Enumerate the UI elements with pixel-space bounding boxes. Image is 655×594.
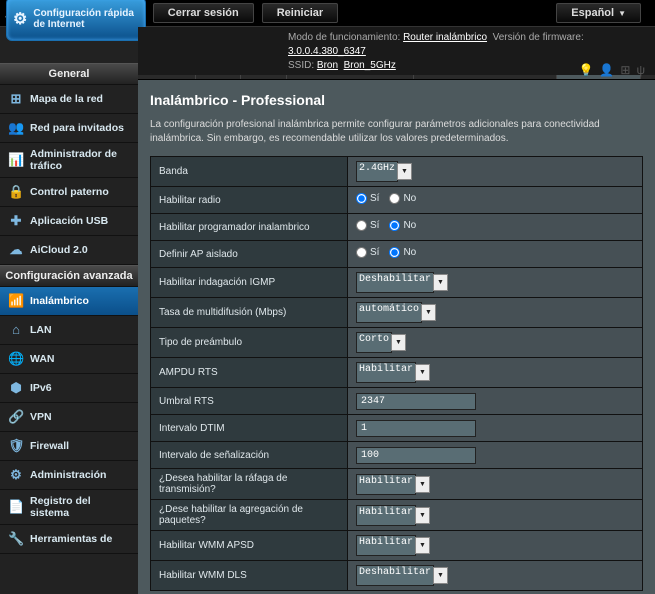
- label-scheduler: Habilitar programador inalambrico: [151, 214, 348, 241]
- label-txburst: ¿Desea habilitar la ráfaga de transmisió…: [151, 469, 348, 500]
- dropdown-arrow-icon[interactable]: ▼: [433, 567, 448, 584]
- nav-tools[interactable]: 🔧Herramientas de: [0, 525, 138, 554]
- logout-button[interactable]: Cerrar sesión: [153, 3, 254, 23]
- label-igmp: Habilitar indagación IGMP: [151, 268, 348, 298]
- page-title: Inalámbrico - Professional: [150, 92, 643, 108]
- plus-icon: ✚: [8, 215, 24, 227]
- dropdown-arrow-icon[interactable]: ▼: [421, 304, 436, 321]
- dropdown-arrow-icon[interactable]: ▼: [415, 537, 430, 554]
- nav-syslog[interactable]: 📄Registro del sistema: [0, 490, 138, 525]
- label-beacon: Intervalo de señalización: [151, 442, 348, 469]
- preamble-select[interactable]: Corto: [356, 332, 392, 353]
- apiso-yes[interactable]: [356, 247, 367, 258]
- label-ampdu: AMPDU RTS: [151, 358, 348, 388]
- cloud-icon: ☁: [8, 244, 24, 256]
- group-advanced: Configuración avanzada: [0, 265, 138, 287]
- bulb-icon[interactable]: 💡: [578, 63, 593, 77]
- usb-icon[interactable]: ψ: [636, 63, 645, 77]
- lock-icon: 🔒: [8, 186, 24, 198]
- nav-traffic-manager[interactable]: 📊Administrador de tráfico: [0, 143, 138, 178]
- dropdown-arrow-icon[interactable]: ▼: [415, 507, 430, 524]
- page-description: La configuración profesional inalámbrica…: [150, 118, 643, 146]
- chevron-down-icon: ▼: [618, 9, 626, 18]
- person-icon[interactable]: 👤: [599, 63, 614, 77]
- radio-yes[interactable]: [356, 193, 367, 204]
- txburst-select[interactable]: Habilitar: [356, 474, 416, 495]
- pktagg-select[interactable]: Habilitar: [356, 505, 416, 526]
- settings-table: Banda2.4GHz▼ Habilitar radioSíNo Habilit…: [150, 156, 643, 591]
- firmware-link[interactable]: 3.0.0.4.380_6347: [288, 46, 366, 57]
- apiso-no[interactable]: [389, 247, 400, 258]
- band-select[interactable]: 2.4GHz: [356, 161, 398, 182]
- nav-lan[interactable]: ⌂LAN: [0, 316, 138, 345]
- wifi-icon: 📶: [8, 295, 24, 307]
- map-icon: ⊞: [8, 93, 24, 105]
- shield-icon: 🛡: [8, 440, 24, 452]
- dropdown-arrow-icon[interactable]: ▼: [415, 476, 430, 493]
- ampdu-select[interactable]: Habilitar: [356, 362, 416, 383]
- dropdown-arrow-icon[interactable]: ▼: [415, 364, 430, 381]
- igmp-select[interactable]: Deshabilitar: [356, 272, 434, 293]
- sched-yes[interactable]: [356, 220, 367, 231]
- nav-aicloud[interactable]: ☁AiCloud 2.0: [0, 236, 138, 265]
- globe-icon: 🌐: [8, 353, 24, 365]
- nav-network-map[interactable]: ⊞Mapa de la red: [0, 85, 138, 114]
- group-general: General: [0, 63, 138, 85]
- nav-wan[interactable]: 🌐WAN: [0, 345, 138, 374]
- label-mcast: Tasa de multidifusión (Mbps): [151, 298, 348, 328]
- grid-icon[interactable]: ⊞: [620, 63, 630, 77]
- dtim-input[interactable]: [356, 420, 476, 437]
- language-button[interactable]: Español▼: [556, 3, 641, 23]
- dropdown-arrow-icon[interactable]: ▼: [433, 274, 448, 291]
- nav-firewall[interactable]: 🛡Firewall: [0, 432, 138, 461]
- meter-icon: 📊: [8, 154, 24, 166]
- content-area: Inalámbrico - Professional La configurac…: [138, 80, 655, 594]
- main-panel: Modo de funcionamiento: Router inalámbri…: [138, 27, 655, 594]
- label-dls: Habilitar WMM DLS: [151, 561, 348, 591]
- label-dtim: Intervalo DTIM: [151, 415, 348, 442]
- beacon-input[interactable]: [356, 447, 476, 464]
- ssid-24-link[interactable]: Bron: [317, 60, 338, 71]
- dls-select[interactable]: Deshabilitar: [356, 565, 434, 586]
- label-apsd: Habilitar WMM APSD: [151, 531, 348, 561]
- mcast-select[interactable]: automático: [356, 302, 422, 323]
- label-radio: Habilitar radio: [151, 187, 348, 214]
- info-bar: Modo de funcionamiento: Router inalámbri…: [138, 27, 655, 75]
- label-pktagg: ¿Dese habilitar la agregación de paquete…: [151, 500, 348, 531]
- op-mode-link[interactable]: Router inalámbrico: [403, 32, 487, 43]
- nav-wireless[interactable]: 📶Inalámbrico: [0, 287, 138, 316]
- reboot-button[interactable]: Reiniciar: [262, 3, 338, 23]
- nav-ipv6[interactable]: ⬢IPv6: [0, 374, 138, 403]
- label-rts: Umbral RTS: [151, 388, 348, 415]
- nav-usb-app[interactable]: ✚Aplicación USB: [0, 207, 138, 236]
- admin-icon: ⚙: [8, 469, 24, 481]
- ipv6-icon: ⬢: [8, 382, 24, 394]
- nav-vpn[interactable]: 🔗VPN: [0, 403, 138, 432]
- radio-no[interactable]: [389, 193, 400, 204]
- rts-input[interactable]: [356, 393, 476, 410]
- nav-admin[interactable]: ⚙Administración: [0, 461, 138, 490]
- qis-button[interactable]: ⚙Configuración rápida de Internet: [6, 0, 146, 41]
- ssid-5-link[interactable]: Bron_5GHz: [344, 60, 396, 71]
- label-ap-isolated: Definir AP aislado: [151, 241, 348, 268]
- status-icons: 💡 👤 ⊞ ψ: [578, 63, 645, 77]
- nav-parental[interactable]: 🔒Control paterno: [0, 178, 138, 207]
- home-icon: ⌂: [8, 324, 24, 336]
- label-band: Banda: [151, 157, 348, 187]
- gear-icon: ⚙: [13, 14, 27, 25]
- dropdown-arrow-icon[interactable]: ▼: [391, 334, 406, 351]
- vpn-icon: 🔗: [8, 411, 24, 423]
- log-icon: 📄: [8, 501, 24, 513]
- label-preamble: Tipo de preámbulo: [151, 328, 348, 358]
- sched-no[interactable]: [389, 220, 400, 231]
- apsd-select[interactable]: Habilitar: [356, 535, 416, 556]
- nav-guest-network[interactable]: 👥Red para invitados: [0, 114, 138, 143]
- dropdown-arrow-icon[interactable]: ▼: [397, 163, 412, 180]
- users-icon: 👥: [8, 122, 24, 134]
- tools-icon: 🔧: [8, 533, 24, 545]
- sidebar: ⚙Configuración rápida de Internet Genera…: [0, 27, 138, 594]
